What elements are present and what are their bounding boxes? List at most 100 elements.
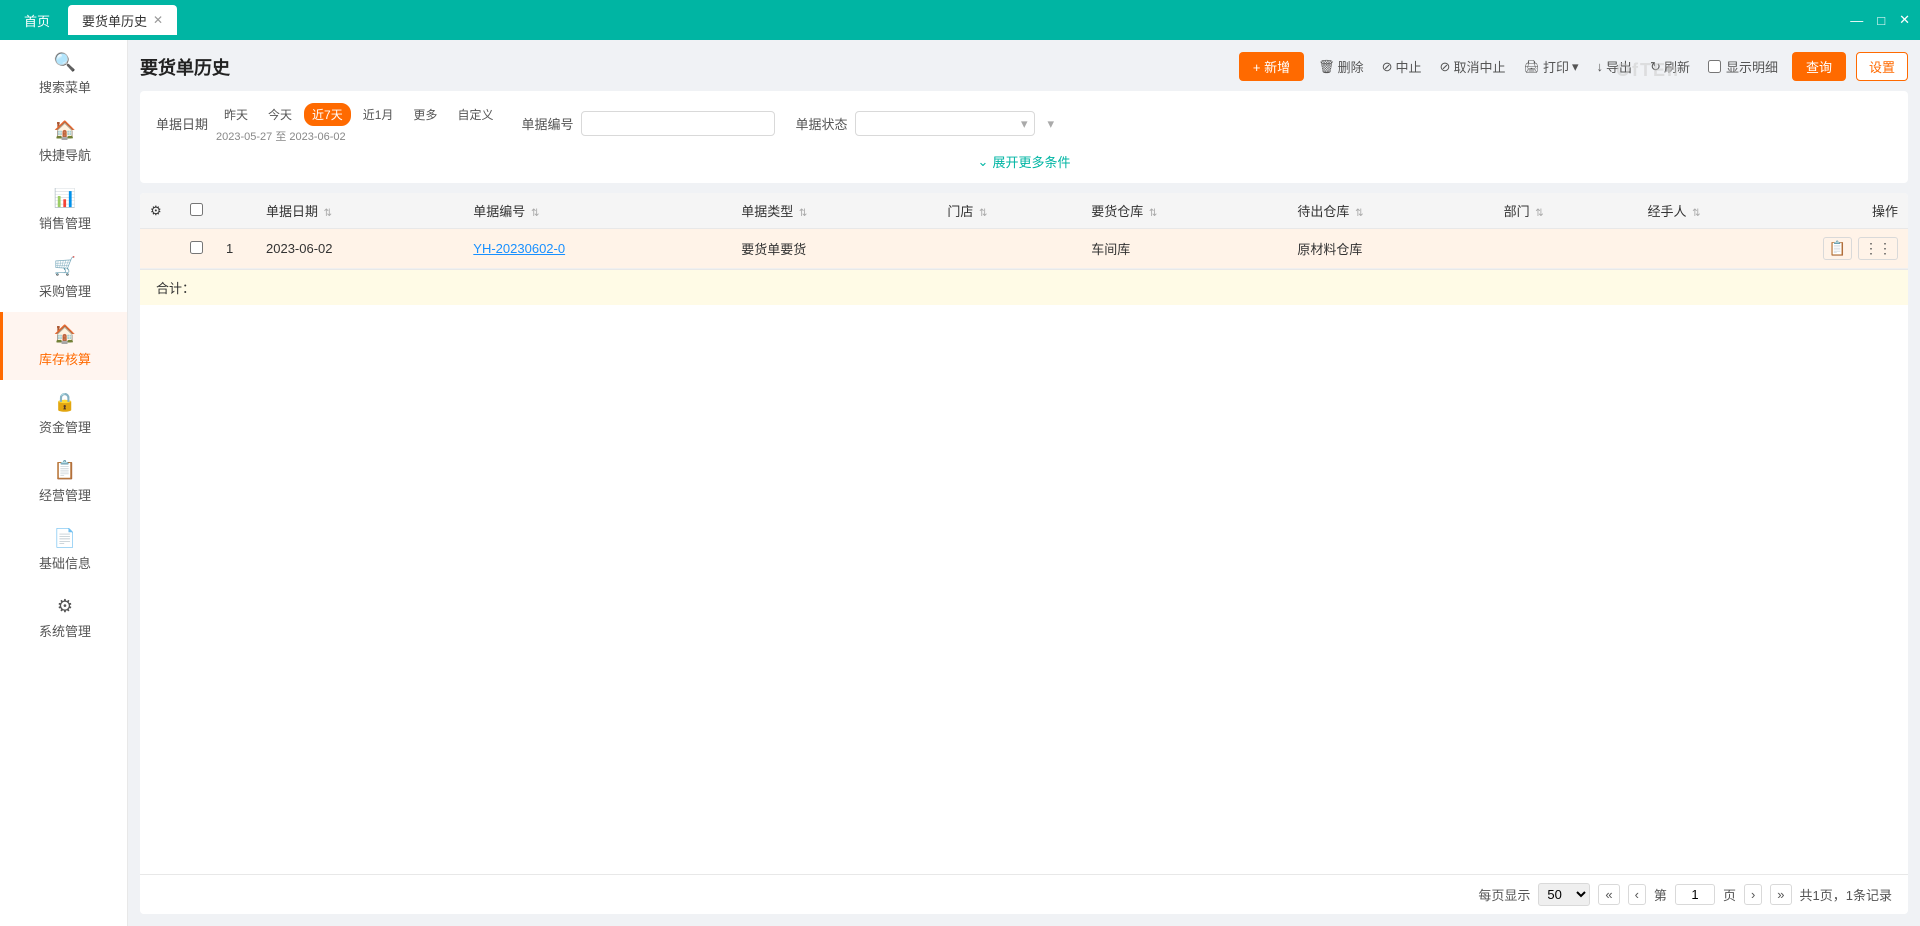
cell-no: 1	[216, 229, 256, 269]
last-page-btn[interactable]: »	[1770, 884, 1791, 905]
th-doc-type-label: 单据类型	[741, 204, 793, 219]
th-doc-no[interactable]: 单据编号 ⇅	[463, 193, 731, 229]
expand-more-icon: ⌄	[978, 154, 989, 170]
th-dept[interactable]: 部门 ⇅	[1494, 193, 1638, 229]
date-btn-yesterday[interactable]: 昨天	[216, 103, 256, 126]
cell-actions: 📋 ⋮⋮	[1813, 229, 1908, 269]
stop-icon: ⊘	[1382, 59, 1393, 75]
cancel-stop-icon: ⊘	[1440, 59, 1451, 75]
more-actions-icon[interactable]: ⋮⋮	[1858, 237, 1898, 260]
table-row: 1 2023-06-02 YH-20230602-0 要货单要货 车间库 原材料…	[140, 229, 1908, 269]
show-detail-checkbox[interactable]	[1708, 60, 1721, 73]
sidebar-item-quick-nav[interactable]: 🏠 快捷导航	[0, 108, 127, 176]
table-header: ⚙ 单据日期 ⇅ 单据编号 ⇅	[140, 193, 1908, 229]
quick-nav-icon: 🏠	[54, 120, 76, 141]
print-label: 打印	[1543, 57, 1569, 76]
finance-icon: 🔒	[54, 392, 76, 413]
new-button[interactable]: + 新增	[1239, 52, 1304, 81]
delete-button[interactable]: 🗑 删除	[1314, 55, 1368, 78]
date-options-group: 昨天 今天 近7天 近1月 更多 自定义 2023-05-27 至 2023-0…	[216, 103, 501, 144]
th-actions: 操作	[1813, 193, 1908, 229]
expand-more-button[interactable]: ⌄ 展开更多条件	[156, 152, 1892, 171]
sidebar: 🔍 搜索菜单 🏠 快捷导航 📊 销售管理 🛒 采购管理 🏠 库存核算 🔒 资金管…	[0, 40, 128, 926]
sidebar-item-finance-mgmt[interactable]: 🔒 资金管理	[0, 380, 127, 448]
table-spacer	[140, 305, 1908, 874]
footer-total-label: 合计：	[156, 281, 195, 296]
cancel-stop-button[interactable]: ⊘ 取消中止	[1436, 55, 1510, 78]
refresh-label: 刷新	[1664, 57, 1690, 76]
th-pending-warehouse[interactable]: 待出仓库 ⇅	[1287, 193, 1493, 229]
pagination-bar: 每页显示 50 100 200 « ‹ 第 页 › » 共1页，1条记录	[140, 874, 1908, 914]
page-label: 第	[1654, 885, 1667, 904]
export-button[interactable]: ↓ 导出	[1593, 55, 1637, 78]
select-all-checkbox[interactable]	[190, 203, 203, 216]
sidebar-item-operations-mgmt[interactable]: 📋 经营管理	[0, 448, 127, 516]
doc-status-filter: 单据状态 ▾	[795, 111, 1054, 136]
stop-button[interactable]: ⊘ 中止	[1378, 55, 1426, 78]
window-controls: — □ ✕	[1850, 12, 1910, 28]
th-no	[216, 193, 256, 229]
th-date[interactable]: 单据日期 ⇅	[256, 193, 463, 229]
sales-icon: 📊	[54, 188, 76, 209]
close-tab-icon[interactable]: ✕	[153, 13, 163, 27]
cell-dept	[1494, 229, 1638, 269]
search-menu-icon: 🔍	[54, 52, 76, 73]
tab-home[interactable]: 首页	[10, 5, 64, 35]
cell-checkbox	[180, 229, 216, 269]
sidebar-item-inventory[interactable]: 🏠 库存核算	[0, 312, 127, 380]
th-store-label: 门店	[947, 204, 973, 219]
date-filter: 单据日期 昨天 今天 近7天 近1月 更多 自定义 2023-05-27 至 2…	[156, 103, 501, 144]
doc-no-link[interactable]: YH-20230602-0	[473, 241, 565, 256]
print-button[interactable]: 🖨 打印 ▾	[1519, 55, 1582, 78]
th-req-warehouse[interactable]: 要货仓库 ⇅	[1081, 193, 1287, 229]
tab-bar: 首页 要货单历史 ✕	[10, 5, 1850, 35]
next-page-btn[interactable]: ›	[1744, 884, 1762, 905]
sidebar-item-basic-info[interactable]: 📄 基础信息	[0, 516, 127, 584]
pagination-info: 共1页，1条记录	[1800, 885, 1892, 904]
sidebar-item-system-mgmt[interactable]: ⚙ 系统管理	[0, 584, 127, 652]
doc-status-dropdown-icon[interactable]: ▾	[1047, 116, 1054, 132]
expand-more-label: 展开更多条件	[992, 152, 1070, 171]
th-doc-type[interactable]: 单据类型 ⇅	[731, 193, 937, 229]
page-title: 要货单历史	[140, 54, 230, 80]
query-button[interactable]: 查询	[1792, 52, 1846, 81]
settings-button[interactable]: 设置	[1856, 52, 1908, 81]
date-btn-1month[interactable]: 近1月	[355, 103, 402, 126]
cell-doc-no: YH-20230602-0	[463, 229, 731, 269]
date-range-display: 2023-05-27 至 2023-06-02	[216, 128, 501, 144]
date-btn-today[interactable]: 今天	[260, 103, 300, 126]
date-btn-custom[interactable]: 自定义	[449, 103, 501, 126]
th-doc-no-label: 单据编号	[473, 204, 525, 219]
page-size-select[interactable]: 50 100 200	[1538, 883, 1590, 906]
action-buttons: 📋 ⋮⋮	[1823, 237, 1898, 260]
view-icon[interactable]: 📋	[1823, 237, 1852, 260]
delete-icon: 🗑	[1318, 59, 1335, 75]
refresh-button[interactable]: ↻ 刷新	[1646, 55, 1694, 78]
th-settings[interactable]: ⚙	[140, 193, 180, 229]
tab-requisition-history[interactable]: 要货单历史 ✕	[68, 5, 177, 35]
doc-no-label: 单据编号	[521, 114, 573, 133]
close-btn[interactable]: ✕	[1899, 12, 1910, 28]
th-handler[interactable]: 经手人 ⇅	[1637, 193, 1812, 229]
sidebar-item-sales-mgmt[interactable]: 📊 销售管理	[0, 176, 127, 244]
sidebar-item-purchase-mgmt[interactable]: 🛒 采购管理	[0, 244, 127, 312]
sort-date-icon: ⇅	[324, 208, 332, 219]
row-checkbox[interactable]	[190, 241, 203, 254]
minimize-btn[interactable]: —	[1850, 13, 1863, 28]
cell-expand	[140, 229, 180, 269]
th-req-warehouse-label: 要货仓库	[1091, 204, 1143, 219]
sidebar-item-search-menu[interactable]: 🔍 搜索菜单	[0, 40, 127, 108]
date-btn-more[interactable]: 更多	[405, 103, 445, 126]
show-detail-toggle[interactable]: 显示明细	[1704, 55, 1782, 78]
cell-pending-warehouse: 原材料仓库	[1287, 229, 1493, 269]
th-store[interactable]: 门店 ⇅	[937, 193, 1081, 229]
maximize-btn[interactable]: □	[1877, 13, 1885, 28]
cell-date: 2023-06-02	[256, 229, 463, 269]
print-icon: 🖨	[1523, 59, 1540, 75]
first-page-btn[interactable]: «	[1598, 884, 1619, 905]
date-btn-7days[interactable]: 近7天	[304, 103, 351, 126]
doc-no-input[interactable]	[581, 111, 775, 136]
prev-page-btn[interactable]: ‹	[1628, 884, 1646, 905]
doc-status-select[interactable]	[855, 111, 1035, 136]
page-input[interactable]	[1675, 884, 1715, 905]
